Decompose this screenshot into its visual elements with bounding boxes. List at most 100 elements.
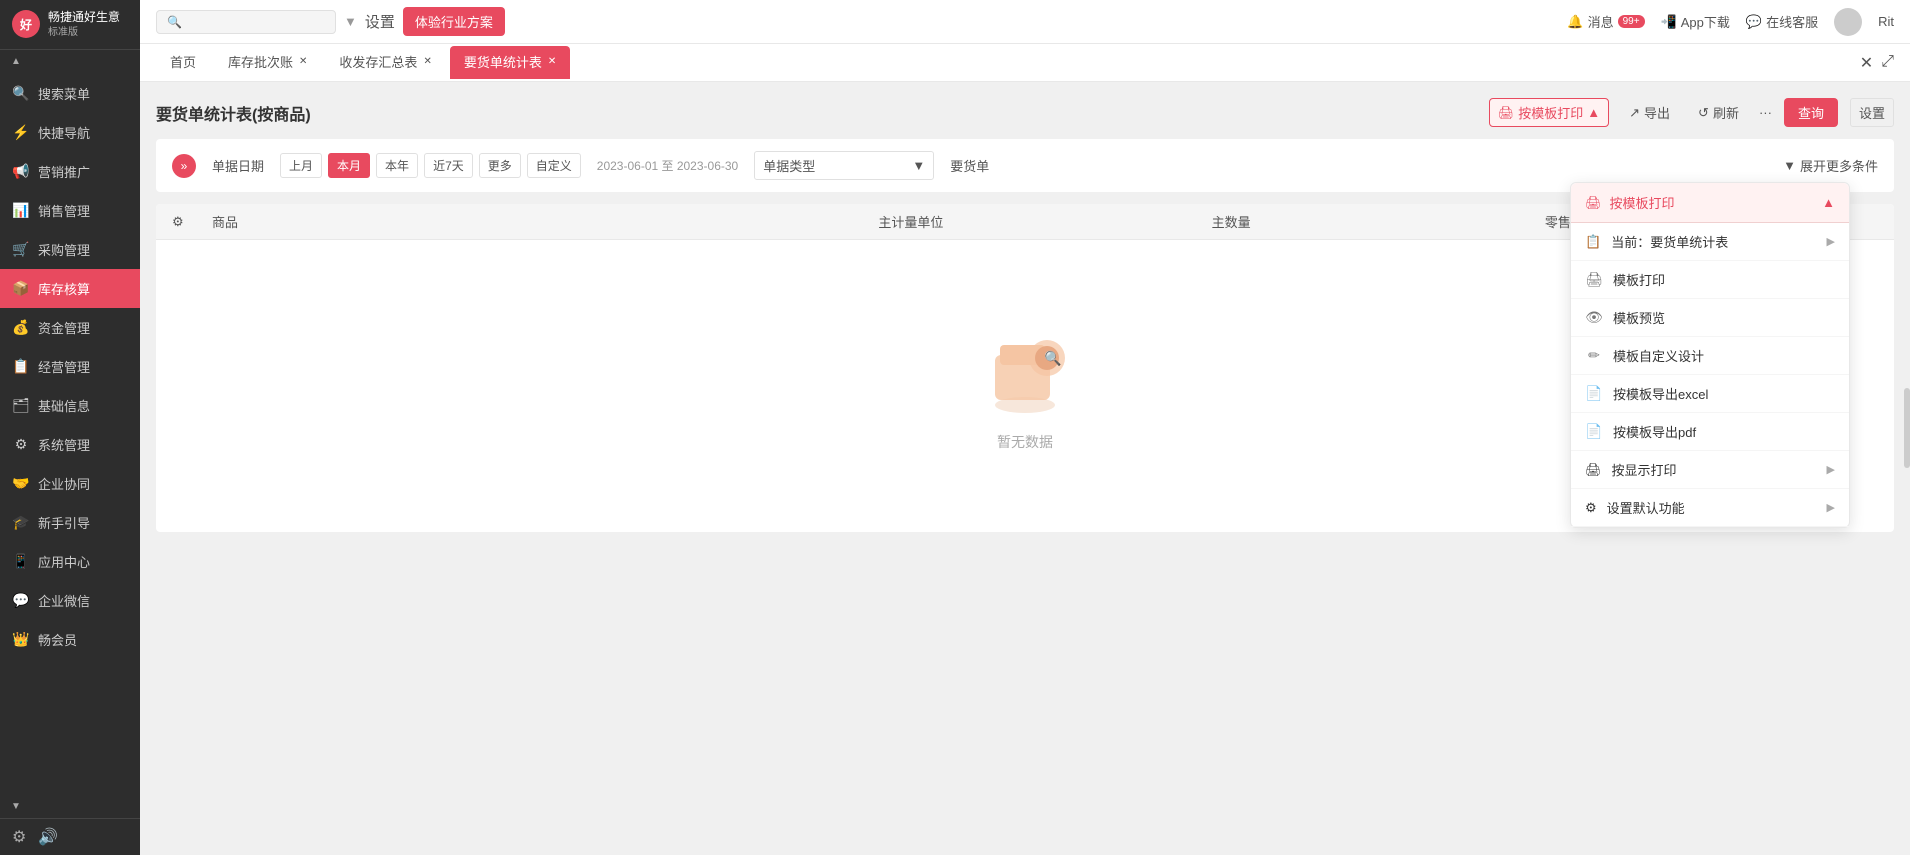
dropdown-export-excel[interactable]: 📄 按模板导出excel (1571, 375, 1849, 413)
basic-icon: 🗂 (12, 396, 30, 414)
page-title: 要货单统计表(按商品) (156, 101, 311, 125)
date-btn-last-7days[interactable]: 近7天 (424, 153, 473, 178)
refresh-btn[interactable]: ↺ 刷新 (1690, 99, 1747, 126)
sound-bottom-icon[interactable]: 🔊 (38, 827, 58, 847)
sidebar-item-member[interactable]: 👑 畅会员 (0, 620, 140, 659)
wechat-icon: 💬 (12, 591, 30, 609)
empty-text: 暂无数据 (997, 432, 1053, 452)
dropdown-export-pdf[interactable]: 📄 按模板导出pdf (1571, 413, 1849, 451)
query-btn[interactable]: 查询 (1784, 98, 1838, 127)
order-category-label: 要货单 (950, 156, 989, 175)
inventory-icon: 📦 (12, 279, 30, 297)
export-btn[interactable]: ↗ 导出 (1621, 99, 1678, 126)
service-icon: 💬 (1746, 14, 1762, 30)
date-range-display: 2023-06-01 至 2023-06-30 (597, 157, 738, 174)
messages-btn[interactable]: 🔔 消息 99+ (1567, 12, 1644, 31)
sidebar-item-appstore[interactable]: 📱 应用中心 (0, 542, 140, 581)
date-filter-label: 单据日期 (212, 156, 264, 175)
dropdown-arrow-icon[interactable]: ▼ (344, 14, 357, 29)
order-type-filter[interactable]: 单据类型 ▼ (754, 151, 934, 180)
download-icon: 📲 (1661, 14, 1677, 30)
scroll-up-btn[interactable]: ▲ (8, 54, 24, 70)
gear-icon[interactable]: 设置 (365, 11, 395, 32)
dropdown-template-custom[interactable]: ✏ 模板自定义设计 (1571, 337, 1849, 375)
marketing-icon: 📢 (12, 162, 30, 180)
sidebar: 好 畅捷通好生意 标准版 ▲ 🔍 搜索菜单 ⚡ 快捷导航 📢 营销推广 📊 销售… (0, 0, 140, 855)
messages-badge: 99+ (1618, 15, 1645, 28)
tab-close-inventory-batch[interactable]: ✕ (299, 56, 307, 67)
bell-icon: 🔔 (1567, 14, 1583, 30)
operations-icon: 📋 (12, 357, 30, 375)
sidebar-item-inventory[interactable]: 📦 库存核算 (0, 269, 140, 308)
search-bar-icon: 🔍 (167, 15, 182, 29)
date-btn-current-month[interactable]: 本月 (328, 153, 370, 178)
sidebar-item-search[interactable]: 🔍 搜索菜单 (0, 74, 140, 113)
template-print-btn[interactable]: 🖨 按模板打印 ▲ (1489, 98, 1609, 127)
refresh-icon: ↺ (1698, 105, 1709, 121)
tab-close-receipt-summary[interactable]: ✕ (423, 56, 431, 67)
dropdown-chevron-up[interactable]: ▲ (1822, 195, 1835, 210)
printer-icon: 🖨 (1498, 105, 1515, 121)
right-scrollbar[interactable] (1904, 388, 1910, 468)
online-service-btn[interactable]: 💬 在线客服 (1746, 12, 1818, 31)
settings-btn[interactable]: 设置 (1850, 98, 1894, 127)
sidebar-item-basic[interactable]: 🗂 基础信息 (0, 386, 140, 425)
app-download-btn[interactable]: 📲 App下载 (1661, 12, 1730, 31)
user-avatar[interactable] (1834, 8, 1862, 36)
search-bar[interactable]: 🔍 (156, 10, 336, 34)
date-btn-current-year[interactable]: 本年 (376, 153, 418, 178)
col-settings[interactable]: ⚙ (172, 214, 212, 230)
sidebar-item-system[interactable]: ⚙ 系统管理 (0, 425, 140, 464)
expand-more-btn[interactable]: ▼ 展开更多条件 (1783, 156, 1878, 175)
sidebar-item-guide[interactable]: 🎓 新手引导 (0, 503, 140, 542)
date-btn-custom[interactable]: 自定义 (527, 153, 581, 178)
col-qty: 主数量 (1212, 212, 1545, 231)
trial-btn[interactable]: 体验行业方案 (403, 7, 505, 36)
maximize-window-btn[interactable]: ⤢ (1881, 53, 1894, 73)
sidebar-item-marketing[interactable]: 📢 营销推广 (0, 152, 140, 191)
dropdown-template-preview[interactable]: 👁 模板预览 (1571, 299, 1849, 337)
sidebar-item-finance[interactable]: 💰 资金管理 (0, 308, 140, 347)
settings-bottom-icon[interactable]: ⚙ (12, 827, 26, 847)
tab-close-order-stats[interactable]: ✕ (548, 56, 556, 67)
dropdown-default-function[interactable]: ⚙ 设置默认功能 ▶ (1571, 489, 1849, 527)
minimize-window-btn[interactable]: ✕ (1860, 53, 1873, 73)
tab-home[interactable]: 首页 (156, 46, 210, 79)
date-btn-more[interactable]: 更多 (479, 153, 521, 178)
dropdown-current-item[interactable]: 📋 当前：要货单统计表 ▶ (1571, 223, 1849, 261)
logo-icon: 好 (12, 10, 40, 38)
svg-text:🔍: 🔍 (1044, 349, 1061, 367)
sidebar-item-purchase[interactable]: 🛒 采购管理 (0, 230, 140, 269)
dropdown-header-left: 🖨 按模板打印 (1585, 193, 1675, 212)
sidebar-item-enterprise[interactable]: 🤝 企业协同 (0, 464, 140, 503)
current-chevron-icon: ▶ (1827, 235, 1835, 248)
app-name: 畅捷通好生意 标准版 (48, 10, 120, 39)
empty-icon: 🔍 (975, 320, 1075, 420)
column-settings-icon[interactable]: ⚙ (172, 214, 184, 229)
topbar: 🔍 ▼ 设置 体验行业方案 🔔 消息 99+ 📲 App下载 💬 在线客服 Ri… (140, 0, 1910, 44)
user-name[interactable]: Rit (1878, 14, 1894, 29)
tab-order-stats[interactable]: 要货单统计表 ✕ (450, 46, 570, 79)
tab-receipt-summary[interactable]: 收发存汇总表 ✕ (325, 46, 445, 79)
dropdown-display-print[interactable]: 🖨 按显示打印 ▶ (1571, 451, 1849, 489)
dropdown-header[interactable]: 🖨 按模板打印 ▲ (1571, 183, 1849, 223)
tabs-bar: 首页 库存批次账 ✕ 收发存汇总表 ✕ 要货单统计表 ✕ ✕ ⤢ (140, 44, 1910, 82)
topbar-left: 🔍 ▼ 设置 体验行业方案 (156, 7, 1555, 36)
sidebar-item-operations[interactable]: 📋 经营管理 (0, 347, 140, 386)
tab-inventory-batch[interactable]: 库存批次账 ✕ (214, 46, 321, 79)
dropdown-template-print[interactable]: 🖨 模板打印 (1571, 261, 1849, 299)
sidebar-item-quick-nav[interactable]: ⚡ 快捷导航 (0, 113, 140, 152)
page-actions: 🖨 按模板打印 ▲ ↗ 导出 ↺ 刷新 ··· 查询 设置 (1489, 98, 1894, 127)
scroll-down-btn[interactable]: ▼ (8, 798, 24, 814)
sidebar-item-wechat[interactable]: 💬 企业微信 (0, 581, 140, 620)
print-dropdown: 🖨 按模板打印 ▲ 📋 当前：要货单统计表 ▶ 🖨 模板打印 👁 模板预览 (1570, 182, 1850, 528)
template-custom-icon: ✏ (1585, 347, 1603, 364)
sidebar-item-sales[interactable]: 📊 销售管理 (0, 191, 140, 230)
export-pdf-icon: 📄 (1585, 423, 1603, 440)
filter-toggle-btn[interactable]: » (172, 154, 196, 178)
order-type-label: 单据类型 (763, 156, 815, 175)
system-icon: ⚙ (12, 435, 30, 453)
date-btn-prev-month[interactable]: 上月 (280, 153, 322, 178)
order-type-dropdown-icon: ▼ (912, 158, 925, 173)
more-options-btn[interactable]: ··· (1759, 105, 1772, 120)
